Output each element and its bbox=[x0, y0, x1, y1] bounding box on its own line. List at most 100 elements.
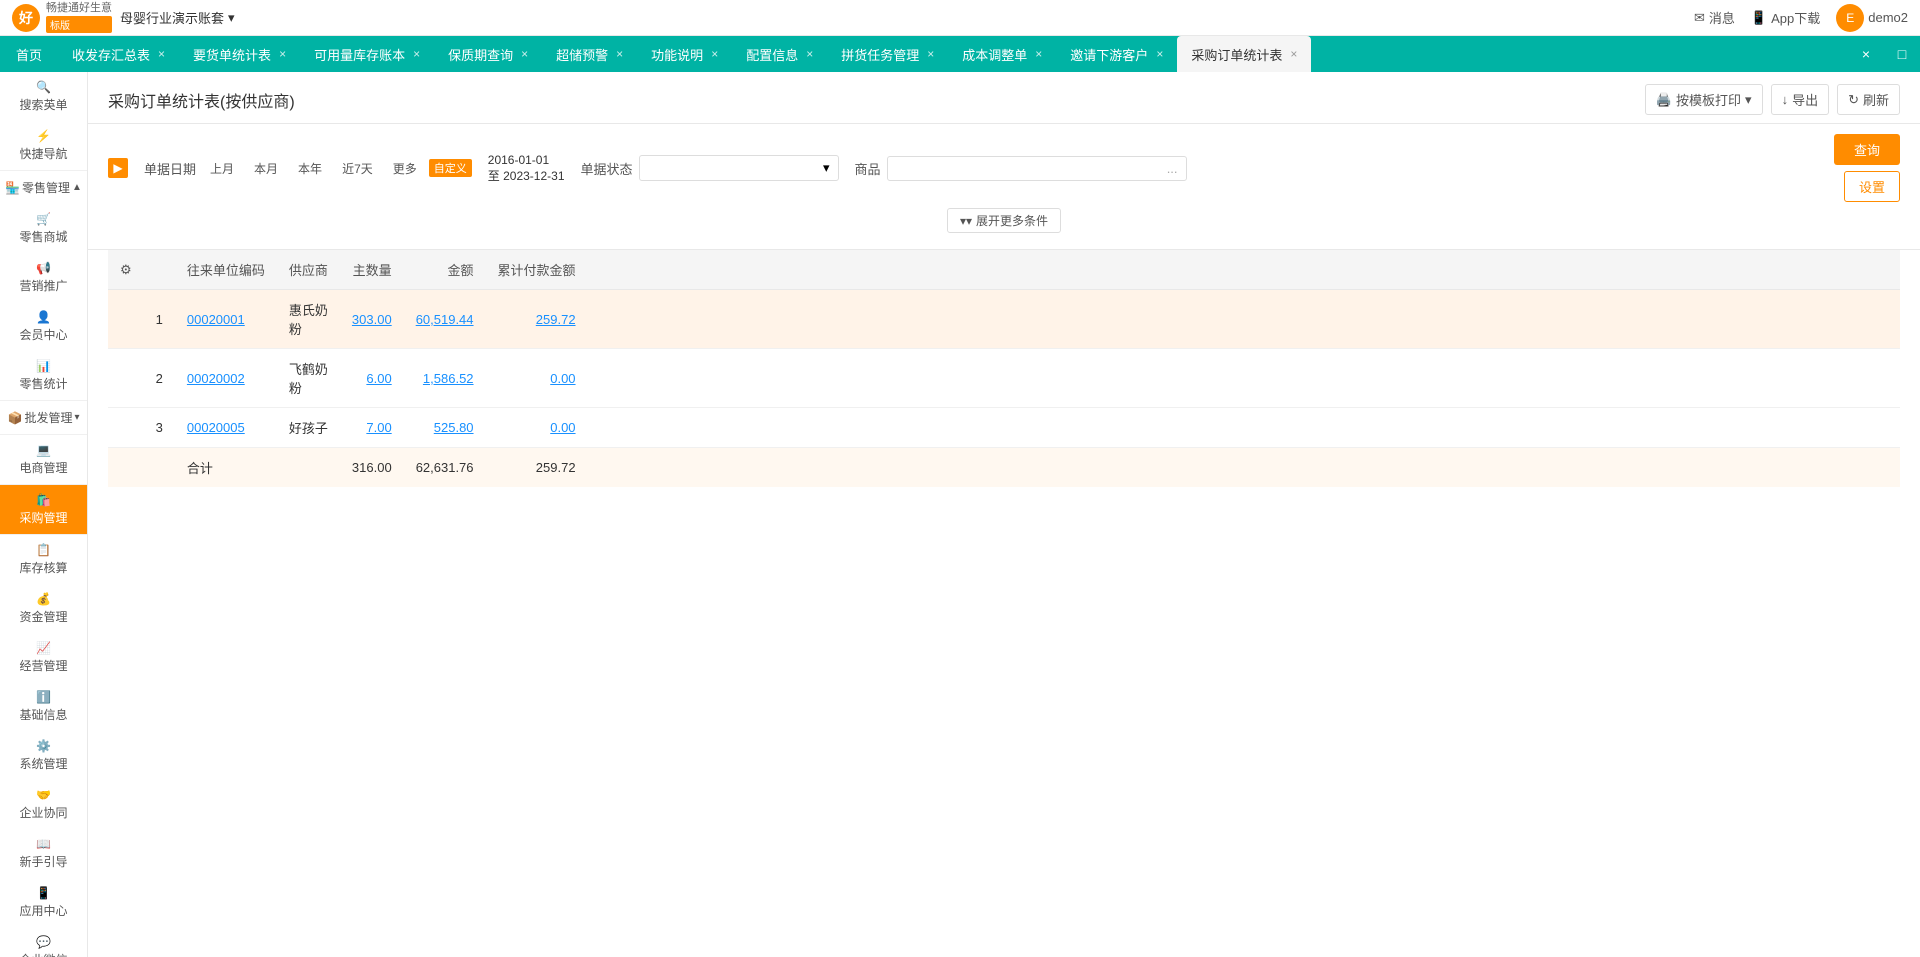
row-amount[interactable]: 60,519.44 bbox=[404, 290, 486, 349]
tab-gongneng[interactable]: 功能说明 × bbox=[637, 36, 732, 72]
user-area[interactable]: E demo2 bbox=[1836, 4, 1908, 32]
sidebar-item-operations[interactable]: 📈 经营管理 bbox=[0, 633, 87, 682]
expand-more-row: ▾▾ 展开更多条件 bbox=[108, 202, 1900, 239]
status-filter-label: 单据状态 bbox=[581, 159, 633, 178]
tab-chaochun-close[interactable]: × bbox=[616, 47, 623, 61]
tab-home[interactable]: 首页 bbox=[0, 36, 58, 72]
nav-maximize[interactable]: □ bbox=[1884, 36, 1920, 72]
tab-yaohuo[interactable]: 要货单统计表 × bbox=[179, 36, 300, 72]
settings-button[interactable]: 设置 bbox=[1844, 171, 1900, 202]
expand-icon: ▾▾ bbox=[960, 214, 972, 228]
date-tab-this-month[interactable]: 本月 bbox=[246, 158, 286, 179]
date-tab-last-month[interactable]: 上月 bbox=[202, 158, 242, 179]
row-settings[interactable] bbox=[108, 290, 144, 349]
row-code[interactable]: 00020001 bbox=[175, 290, 277, 349]
row-code[interactable]: 00020002 bbox=[175, 349, 277, 408]
row-paid[interactable]: 259.72 bbox=[486, 290, 588, 349]
tab-home-label: 首页 bbox=[16, 45, 42, 64]
tab-caigou-close[interactable]: × bbox=[1290, 47, 1297, 61]
sidebar-item-weixin[interactable]: 💬 企业微信 bbox=[0, 927, 87, 957]
tab-yaoqing-close[interactable]: × bbox=[1156, 47, 1163, 61]
tab-shoufa[interactable]: 收发存汇总表 × bbox=[58, 36, 179, 72]
tab-chaochun[interactable]: 超储预警 × bbox=[542, 36, 637, 72]
sidebar-item-newguide[interactable]: 📖 新手引导 bbox=[0, 829, 87, 878]
expand-more-button[interactable]: ▾▾ 展开更多条件 bbox=[947, 208, 1061, 233]
sidebar-item-search[interactable]: 🔍 搜索英单 bbox=[0, 72, 87, 121]
tab-chengben-close[interactable]: × bbox=[1035, 47, 1042, 61]
row-qty[interactable]: 7.00 bbox=[340, 408, 404, 448]
row-paid[interactable]: 0.00 bbox=[486, 408, 588, 448]
workspace-selector[interactable]: 母婴行业演示账套 ▾ bbox=[120, 8, 235, 27]
col-qty[interactable]: 主数量 bbox=[340, 250, 404, 290]
query-button[interactable]: 查询 bbox=[1834, 134, 1900, 165]
date-from-label: 2016-01-01 bbox=[488, 153, 565, 167]
custom-date-badge[interactable]: 自定义 bbox=[429, 159, 472, 177]
tab-pinhuo-close[interactable]: × bbox=[927, 47, 934, 61]
col-code[interactable]: 往来单位编码 bbox=[175, 250, 277, 290]
sidebar-item-member[interactable]: 👤 会员中心 bbox=[0, 302, 87, 351]
tab-peizhi[interactable]: 配置信息 × bbox=[732, 36, 827, 72]
sidebar-item-appcenter[interactable]: 📱 应用中心 bbox=[0, 878, 87, 927]
row-settings[interactable] bbox=[108, 349, 144, 408]
refresh-button[interactable]: ↻ 刷新 bbox=[1837, 84, 1900, 115]
sidebar-item-finance[interactable]: 💰 资金管理 bbox=[0, 584, 87, 633]
sidebar-item-system[interactable]: ⚙️ 系统管理 bbox=[0, 731, 87, 780]
template-print-button[interactable]: 🖨️ 按模板打印 ▾ bbox=[1645, 84, 1763, 115]
sidebar-item-quicknav[interactable]: ⚡ 快捷导航 bbox=[0, 121, 87, 170]
sidebar-item-basic[interactable]: ℹ️ 基础信息 bbox=[0, 682, 87, 731]
tab-yaoqing[interactable]: 邀请下游客户 × bbox=[1056, 36, 1177, 72]
col-amount[interactable]: 金额 bbox=[404, 250, 486, 290]
printer-icon: 🖨️ bbox=[1656, 92, 1672, 108]
col-settings[interactable]: ⚙ bbox=[108, 250, 144, 290]
sidebar-item-marketing[interactable]: 📢 营销推广 bbox=[0, 253, 87, 302]
goods-input[interactable]: ... bbox=[887, 156, 1187, 181]
row-amount[interactable]: 1,586.52 bbox=[404, 349, 486, 408]
date-tab-this-year[interactable]: 本年 bbox=[290, 158, 330, 179]
username-label: demo2 bbox=[1868, 10, 1908, 25]
tab-chengben[interactable]: 成本调整单 × bbox=[948, 36, 1056, 72]
col-supplier[interactable]: 供应商 bbox=[277, 250, 340, 290]
message-button[interactable]: ✉ 消息 bbox=[1694, 8, 1735, 27]
sidebar-item-retail-shop[interactable]: 🛒 零售商城 bbox=[0, 204, 87, 253]
tab-keyong[interactable]: 可用量库存账本 × bbox=[300, 36, 434, 72]
date-tab-more[interactable]: 更多 bbox=[385, 158, 425, 179]
sidebar-retail-label: 零售管理 bbox=[22, 179, 70, 196]
tab-keyong-label: 可用量库存账本 bbox=[314, 45, 405, 64]
tab-yaohuo-close[interactable]: × bbox=[279, 47, 286, 61]
tab-baozhi[interactable]: 保质期查询 × bbox=[434, 36, 542, 72]
filter-toggle-button[interactable]: ▶ bbox=[108, 158, 128, 178]
col-paid[interactable]: 累计付款金额 bbox=[486, 250, 588, 290]
sidebar-item-enterprise[interactable]: 🤝 企业协同 bbox=[0, 780, 87, 829]
top-bar-left: 好 畅捷通好生意 标版 母婴行业演示账套 ▾ bbox=[12, 2, 235, 32]
sidebar-item-batch[interactable]: 📦 批发管理 ▾ bbox=[0, 401, 87, 434]
sidebar-item-retail[interactable]: 🏪 零售管理 ▲ bbox=[0, 171, 87, 204]
batch-arrow-icon: ▾ bbox=[74, 412, 79, 423]
tab-caigou[interactable]: 采购订单统计表 × bbox=[1177, 36, 1311, 72]
operations-icon: 📈 bbox=[36, 641, 51, 655]
sidebar-item-inventory[interactable]: 📋 库存核算 bbox=[0, 535, 87, 584]
tab-gongneng-close[interactable]: × bbox=[711, 47, 718, 61]
tab-baozhi-close[interactable]: × bbox=[521, 47, 528, 61]
export-button[interactable]: ↓ 导出 bbox=[1771, 84, 1830, 115]
sidebar-item-ecommerce[interactable]: 💻 电商管理 bbox=[0, 435, 87, 484]
row-amount[interactable]: 525.80 bbox=[404, 408, 486, 448]
tab-keyong-close[interactable]: × bbox=[413, 47, 420, 61]
row-extra bbox=[588, 290, 1900, 349]
sidebar-item-purchase[interactable]: 🛍️ 采购管理 bbox=[0, 485, 87, 534]
date-tab-7days[interactable]: 近7天 bbox=[334, 158, 381, 179]
row-qty[interactable]: 303.00 bbox=[340, 290, 404, 349]
row-code[interactable]: 00020005 bbox=[175, 408, 277, 448]
page-header: 采购订单统计表(按供应商) 🖨️ 按模板打印 ▾ ↓ 导出 ↻ 刷新 bbox=[88, 72, 1920, 124]
tab-shoufa-close[interactable]: × bbox=[158, 47, 165, 61]
nav-close-all[interactable]: × bbox=[1848, 36, 1884, 72]
sidebar-section-more: 📋 库存核算 💰 资金管理 📈 经营管理 ℹ️ 基础信息 ⚙️ 系统管理 🤝 bbox=[0, 534, 87, 957]
sidebar-item-retail-stats[interactable]: 📊 零售统计 bbox=[0, 351, 87, 400]
tab-peizhi-close[interactable]: × bbox=[806, 47, 813, 61]
retail-icon: 🏪 bbox=[5, 181, 20, 195]
row-paid[interactable]: 0.00 bbox=[486, 349, 588, 408]
row-settings[interactable] bbox=[108, 408, 144, 448]
tab-pinhuo[interactable]: 拼货任务管理 × bbox=[827, 36, 948, 72]
app-download-button[interactable]: 📱 App下载 bbox=[1751, 8, 1820, 27]
row-qty[interactable]: 6.00 bbox=[340, 349, 404, 408]
status-select[interactable]: ▾ bbox=[639, 155, 839, 181]
